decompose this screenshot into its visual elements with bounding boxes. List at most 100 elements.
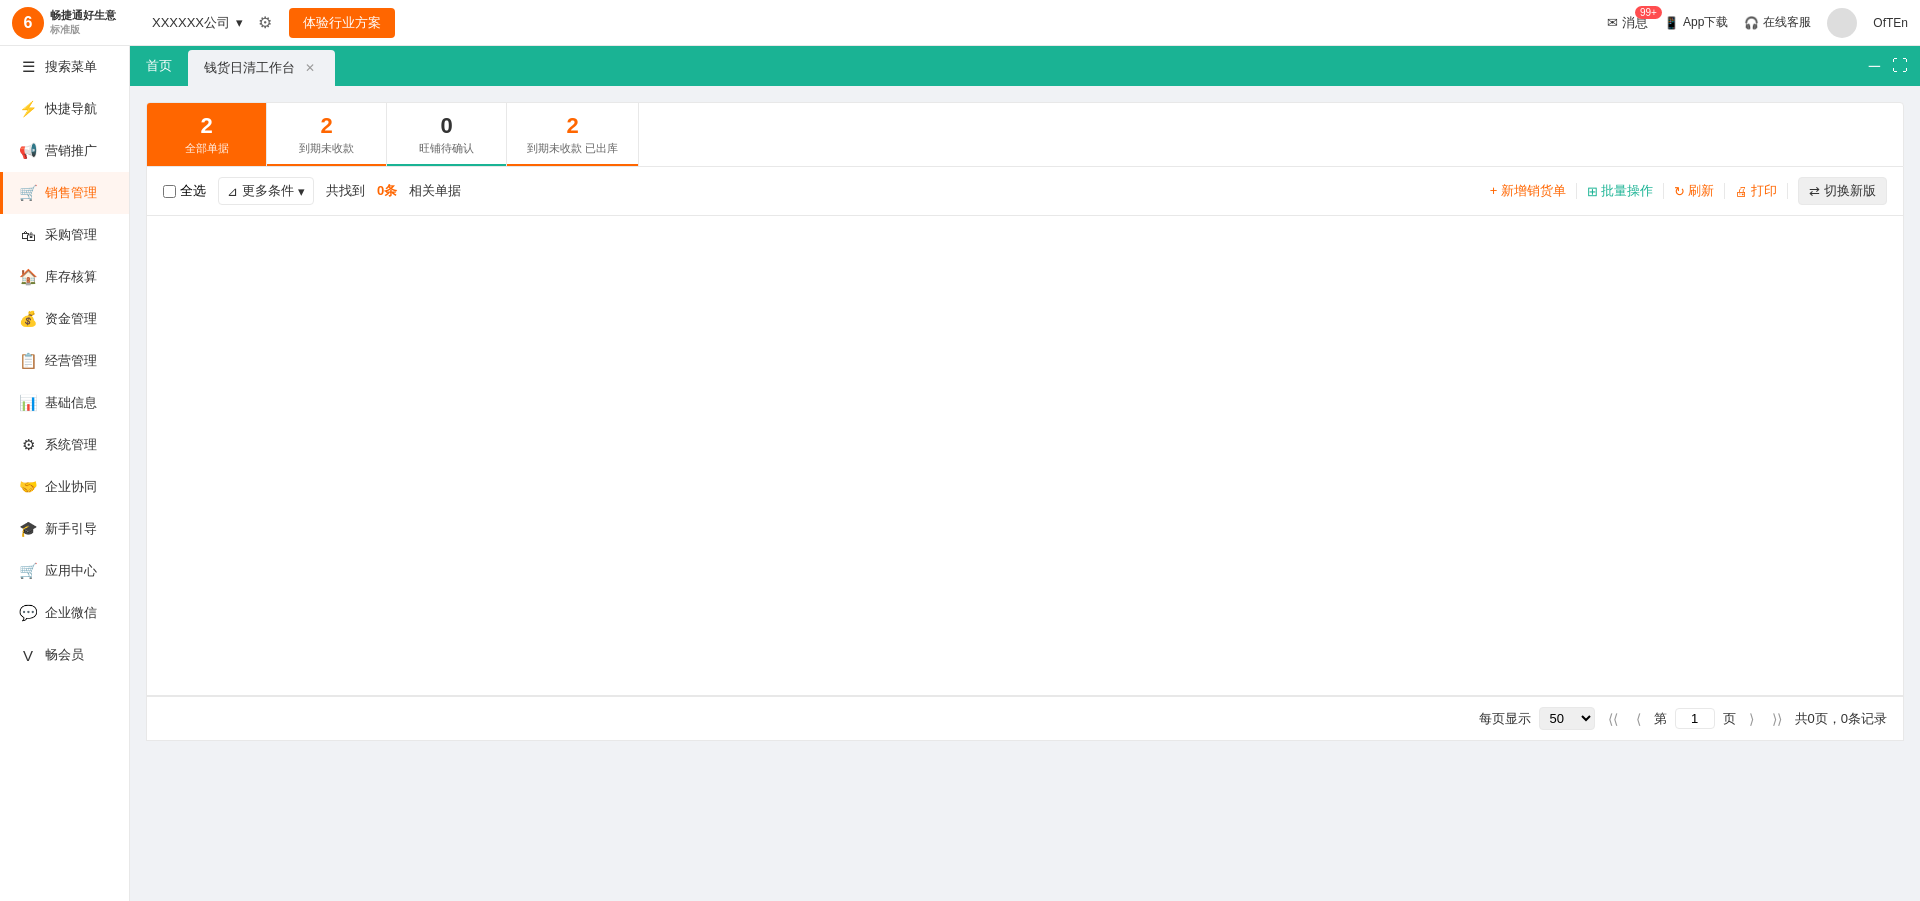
tab-maximize-icon[interactable]: ⛶ [1888,53,1912,79]
message-icon: ✉ [1607,15,1618,30]
sidebar-item-label: 基础信息 [45,394,97,412]
support-label: 在线客服 [1763,14,1811,31]
app-download-button[interactable]: 📱 App下载 [1664,14,1728,31]
sidebar: ☰ 搜索菜单 ⚡ 快捷导航 📢 营销推广 🛒 销售管理 🛍 采购管理 🏠 库存核… [0,46,130,901]
top-header: 6 畅捷通好生意 标准版 XXXXXX公司 ▾ ⚙ 体验行业方案 ✉ 消息 99… [0,0,1920,46]
sidebar-item-label: 营销推广 [45,142,97,160]
print-label: 打印 [1751,182,1777,200]
sidebar-item-label: 采购管理 [45,226,97,244]
stat-wangpu-num: 0 [407,113,486,139]
found-prefix: 共找到 [326,182,365,200]
message-badge: 99+ [1635,6,1662,19]
logo-icon: 6 [12,7,44,39]
tab-close-icon[interactable]: ✕ [301,59,319,77]
batch-operation-button[interactable]: ⊞ 批量操作 [1587,182,1653,200]
company-selector[interactable]: XXXXXX公司 ▾ [152,14,243,32]
sidebar-item-basic-info[interactable]: 📊 基础信息 [0,382,129,424]
prev-page-button[interactable]: ⟨ [1631,709,1646,729]
company-name: XXXXXX公司 [152,14,230,32]
sidebar-item-label: 销售管理 [45,184,97,202]
sidebar-item-operations[interactable]: 📋 经营管理 [0,340,129,382]
app-subtitle: 标准版 [50,23,116,37]
toolbar-right: + 新增销货单 ⊞ 批量操作 ↻ 刷新 🖨 打印 ⇄ 切换新版 [1490,177,1887,205]
add-sales-order-button[interactable]: + 新增销货单 [1490,182,1566,200]
toolbar-divider-3 [1724,183,1725,199]
phone-icon: 📱 [1664,16,1679,30]
refresh-button[interactable]: ↻ 刷新 [1674,182,1714,200]
username-label[interactable]: OfTEn [1873,16,1908,30]
sales-icon: 🛒 [19,184,37,202]
toolbar-divider-1 [1576,183,1577,199]
sidebar-item-label: 资金管理 [45,310,97,328]
stat-overdue-num: 2 [287,113,366,139]
sidebar-item-label: 畅会员 [45,646,84,664]
page-number-input[interactable] [1675,708,1715,729]
sidebar-item-label: 库存核算 [45,268,97,286]
last-page-button[interactable]: ⟩⟩ [1767,709,1787,729]
switch-icon: ⇄ [1809,184,1820,199]
chevron-down-icon: ▾ [236,15,243,30]
headset-icon: 🎧 [1744,16,1759,30]
more-filter-button[interactable]: ⊿ 更多条件 ▾ [218,177,314,205]
sidebar-item-quick-nav[interactable]: ⚡ 快捷导航 [0,88,129,130]
per-page-select[interactable]: 50 100 200 [1539,707,1595,730]
stat-tab-overdue[interactable]: 2 到期未收款 [267,103,387,166]
sidebar-item-inventory[interactable]: 🏠 库存核算 [0,256,129,298]
purchase-icon: 🛍 [19,227,37,244]
stat-tab-shipped[interactable]: 2 到期未收款 已出库 [507,103,639,166]
found-suffix: 相关单据 [409,182,461,200]
app-logo: 6 畅捷通好生意 标准版 [12,7,142,39]
tab-minimize-icon[interactable]: ─ [1865,53,1884,79]
next-page-button[interactable]: ⟩ [1744,709,1759,729]
stat-all-num: 2 [167,113,246,139]
sidebar-item-beginner[interactable]: 🎓 新手引导 [0,508,129,550]
message-button[interactable]: ✉ 消息 99+ [1607,14,1648,32]
found-count: 0条 [377,182,397,200]
sidebar-item-sales[interactable]: 🛒 销售管理 [0,172,129,214]
stat-wangpu-label: 旺铺待确认 [407,141,486,156]
tab-home[interactable]: 首页 [130,46,188,86]
switch-version-button[interactable]: ⇄ 切换新版 [1798,177,1887,205]
trial-button[interactable]: 体验行业方案 [289,8,395,38]
sidebar-item-finance[interactable]: 💰 资金管理 [0,298,129,340]
first-page-button[interactable]: ⟨⟨ [1603,709,1623,729]
sidebar-item-member[interactable]: V 畅会员 [0,634,129,676]
stat-tab-all[interactable]: 2 全部单据 [147,103,267,166]
tab-home-label: 首页 [146,57,172,75]
sidebar-item-label: 企业微信 [45,604,97,622]
settings-icon[interactable]: ⚙ [251,9,279,37]
sidebar-item-system[interactable]: ⚙ 系统管理 [0,424,129,466]
select-all-label: 全选 [180,182,206,200]
more-filter-label: 更多条件 [242,182,294,200]
select-all-checkbox[interactable]: 全选 [163,182,206,200]
operations-icon: 📋 [19,352,37,370]
tab-cash-daily[interactable]: 钱货日清工作台 ✕ [188,50,335,86]
app-download-label: App下载 [1683,14,1728,31]
inventory-icon: 🏠 [19,268,37,286]
stat-tab-wangpu[interactable]: 0 旺铺待确认 [387,103,507,166]
stat-shipped-label: 到期未收款 已出库 [527,141,618,156]
sidebar-item-label: 搜索菜单 [45,58,97,76]
sidebar-item-enterprise-wechat[interactable]: 💬 企业微信 [0,592,129,634]
select-all-input[interactable] [163,185,176,198]
sidebar-item-label: 企业协同 [45,478,97,496]
sidebar-item-label: 经营管理 [45,352,97,370]
wechat-icon: 💬 [19,604,37,622]
toolbar-divider-2 [1663,183,1664,199]
avatar[interactable] [1827,8,1857,38]
print-icon: 🖨 [1735,184,1748,199]
sidebar-item-app-center[interactable]: 🛒 应用中心 [0,550,129,592]
system-icon: ⚙ [19,436,37,454]
sidebar-item-purchase[interactable]: 🛍 采购管理 [0,214,129,256]
stat-overdue-label: 到期未收款 [287,141,366,156]
sidebar-item-marketing[interactable]: 📢 营销推广 [0,130,129,172]
online-support-button[interactable]: 🎧 在线客服 [1744,14,1811,31]
sidebar-item-label: 应用中心 [45,562,97,580]
batch-label: 批量操作 [1601,182,1653,200]
stats-tabs: 2 全部单据 2 到期未收款 0 旺铺待确认 2 到期未收款 已出库 [146,102,1904,167]
page-num-prefix: 第 [1654,710,1667,728]
sidebar-item-enterprise-collab[interactable]: 🤝 企业协同 [0,466,129,508]
sidebar-item-search[interactable]: ☰ 搜索菜单 [0,46,129,88]
print-button[interactable]: 🖨 打印 [1735,182,1777,200]
sidebar-item-label: 快捷导航 [45,100,97,118]
